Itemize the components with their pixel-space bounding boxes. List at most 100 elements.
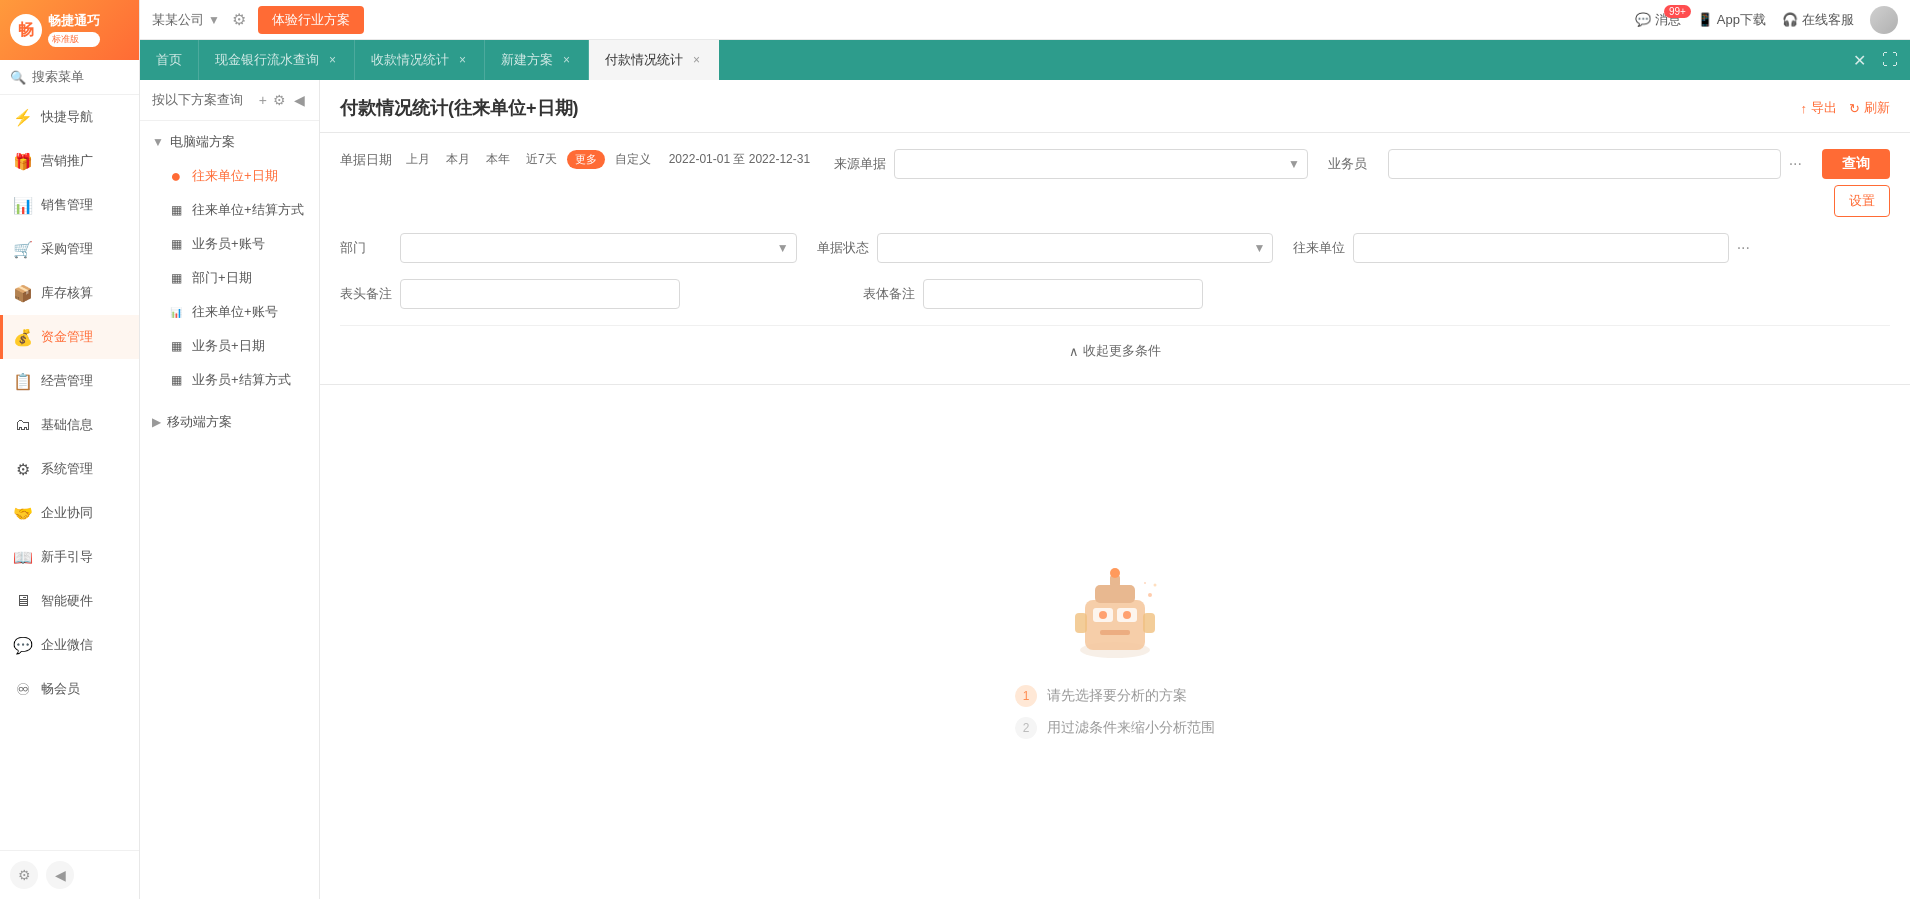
date-btn-this-month[interactable]: 本月 [440, 149, 476, 170]
user-avatar[interactable] [1870, 6, 1898, 34]
tab-receipt[interactable]: 收款情况统计 × [355, 40, 485, 80]
finance-icon: 💰 [13, 327, 33, 347]
online-service-btn[interactable]: 🎧 在线客服 [1782, 11, 1854, 29]
sidebar-item-enterprise[interactable]: 🤝 企业协同 [0, 491, 139, 535]
tab-new-scheme[interactable]: 新建方案 × [485, 40, 589, 80]
status-select[interactable] [877, 233, 1274, 263]
basic-icon: 🗂 [13, 415, 33, 435]
sidebar-item-label: 系统管理 [41, 460, 93, 478]
sidebar-item-finance[interactable]: 💰 资金管理 [0, 315, 139, 359]
collapse-area: ∧ 收起更多条件 [340, 325, 1890, 368]
scheme-item-label: 往来单位+日期 [192, 167, 278, 185]
app-title-block: 畅捷通巧 标准版 [48, 13, 100, 47]
scheme-add-btn[interactable]: + [259, 92, 267, 108]
collapse-more-btn[interactable]: ∧ 收起更多条件 [340, 334, 1890, 368]
sidebar-item-basic[interactable]: 🗂 基础信息 [0, 403, 139, 447]
search-menu-label: 搜索菜单 [32, 68, 84, 86]
filter-area: 单据日期 上月 本月 本年 近7天 更多 自定义 2022-01-01 至 20… [320, 133, 1910, 385]
tab-bank[interactable]: 现金银行流水查询 × [199, 40, 355, 80]
export-btn[interactable]: ↑ 导出 [1801, 99, 1838, 117]
query-btn[interactable]: 查询 [1822, 149, 1890, 179]
refresh-btn[interactable]: ↻ 刷新 [1849, 99, 1890, 117]
filter-settings-btn[interactable]: 设置 [1834, 185, 1890, 217]
svg-point-12 [1148, 593, 1152, 597]
dept-label: 部门 [340, 239, 392, 257]
sidebar-item-purchase[interactable]: 🛒 采购管理 [0, 227, 139, 271]
sidebar-item-member[interactable]: ♾ 畅会员 [0, 667, 139, 711]
date-btn-last-7d[interactable]: 近7天 [520, 149, 563, 170]
tab-new-scheme-close[interactable]: × [561, 51, 572, 69]
scheme-item-staff-settle[interactable]: ▦ 业务员+结算方式 [140, 363, 319, 397]
tab-payment-close[interactable]: × [691, 51, 702, 69]
sidebar-item-inventory[interactable]: 📦 库存核算 [0, 271, 139, 315]
scheme-panel-header: 按以下方案查询 + ⚙ ◀ [140, 80, 319, 121]
tab-bank-close[interactable]: × [327, 51, 338, 69]
sidebar-item-quick-nav[interactable]: ⚡ 快捷导航 [0, 95, 139, 139]
date-btn-last-month[interactable]: 上月 [400, 149, 436, 170]
scheme-settings-btn[interactable]: ⚙ [273, 92, 286, 108]
message-btn[interactable]: 💬 消息 99+ [1635, 11, 1681, 29]
body-note-input[interactable] [923, 279, 1203, 309]
empty-hint-1: 1 请先选择要分析的方案 [1015, 685, 1215, 707]
hint-text-2: 用过滤条件来缩小分析范围 [1047, 719, 1215, 737]
date-btn-this-year[interactable]: 本年 [480, 149, 516, 170]
hint-text-1: 请先选择要分析的方案 [1047, 687, 1187, 705]
source-label: 来源单据 [834, 155, 886, 173]
sidebar-nav: ⚡ 快捷导航 🎁 营销推广 📊 销售管理 🛒 采购管理 📦 库存核算 💰 [0, 95, 139, 850]
footer-collapse-btn[interactable]: ◀ [46, 861, 74, 889]
mobile-scheme-header[interactable]: ▶ 移动端方案 [140, 405, 319, 439]
scheme-item-dept-date[interactable]: ▦ 部门+日期 [140, 261, 319, 295]
scheme-item-partner-date[interactable]: ● 往来单位+日期 [140, 159, 319, 193]
scheme-item-label: 部门+日期 [192, 269, 252, 287]
staff-input[interactable] [1388, 149, 1781, 179]
refresh-label: 刷新 [1864, 99, 1890, 117]
sidebar-item-marketing[interactable]: 🎁 营销推广 [0, 139, 139, 183]
partner-input[interactable] [1353, 233, 1728, 263]
app-download-btn[interactable]: 📱 App下载 [1697, 11, 1766, 29]
scheme-item-staff-date[interactable]: ▦ 业务员+日期 [140, 329, 319, 363]
topbar-settings-btn[interactable]: ⚙ [228, 6, 250, 33]
sidebar-item-guide[interactable]: 📖 新手引导 [0, 535, 139, 579]
desktop-scheme-section: ▼ 电脑端方案 ● 往来单位+日期 ▦ 往来单位+结算方式 ▦ 业务员+账号 [140, 121, 319, 401]
dept-select[interactable] [400, 233, 797, 263]
sidebar-item-wechat[interactable]: 💬 企业微信 [0, 623, 139, 667]
sidebar-item-label: 营销推广 [41, 152, 93, 170]
tab-home[interactable]: 首页 [140, 40, 199, 80]
message-icon: 💬 [1635, 12, 1651, 27]
svg-point-9 [1110, 568, 1120, 578]
date-btn-custom[interactable]: 自定义 [609, 149, 657, 170]
scheme-item-staff-account[interactable]: ▦ 业务员+账号 [140, 227, 319, 261]
scheme-item-partner-account[interactable]: 📊 往来单位+账号 [140, 295, 319, 329]
sidebar-item-sales[interactable]: 📊 销售管理 [0, 183, 139, 227]
tab-close-all-btn[interactable]: ✕ [1849, 47, 1870, 74]
company-selector[interactable]: 某某公司 ▼ [152, 11, 220, 29]
sidebar-item-system[interactable]: ⚙ 系统管理 [0, 447, 139, 491]
content-area: 按以下方案查询 + ⚙ ◀ ▼ 电脑端方案 ● 往来单位+日期 [140, 80, 1910, 899]
desktop-section-label: 电脑端方案 [170, 133, 235, 151]
staff-dots[interactable]: ··· [1789, 155, 1802, 173]
topbar-right: 💬 消息 99+ 📱 App下载 🎧 在线客服 [1635, 6, 1898, 34]
scheme-item-icon-6: ▦ [168, 372, 184, 388]
source-select[interactable] [894, 149, 1308, 179]
tab-fullscreen-btn[interactable]: ⛶ [1878, 47, 1902, 73]
sidebar-item-hardware[interactable]: 🖥 智能硬件 [0, 579, 139, 623]
scheme-item-partner-settle[interactable]: ▦ 往来单位+结算方式 [140, 193, 319, 227]
partner-dots[interactable]: ··· [1737, 239, 1750, 257]
tab-payment[interactable]: 付款情况统计 × [589, 40, 719, 80]
topbar: 某某公司 ▼ ⚙ 体验行业方案 💬 消息 99+ 📱 App下载 [140, 0, 1910, 40]
trial-btn[interactable]: 体验行业方案 [258, 6, 364, 34]
scheme-collapse-btn[interactable]: ◀ [292, 90, 307, 110]
filter-row-2: 部门 ▼ 单据状态 [340, 233, 1890, 263]
tab-receipt-close[interactable]: × [457, 51, 468, 69]
scheme-header-actions: + ⚙ ◀ [259, 90, 307, 110]
footer-settings-btn[interactable]: ⚙ [10, 861, 38, 889]
search-menu[interactable]: 🔍 搜索菜单 [0, 60, 139, 95]
sidebar-item-operation[interactable]: 📋 经营管理 [0, 359, 139, 403]
service-icon: 🎧 [1782, 12, 1798, 27]
desktop-scheme-header[interactable]: ▼ 电脑端方案 [140, 125, 319, 159]
empty-state: 1 请先选择要分析的方案 2 用过滤条件来缩小分析范围 [320, 385, 1910, 899]
header-note-input[interactable] [400, 279, 680, 309]
date-btn-more[interactable]: 更多 [567, 150, 605, 169]
svg-point-5 [1123, 611, 1131, 619]
wechat-icon: 💬 [13, 635, 33, 655]
